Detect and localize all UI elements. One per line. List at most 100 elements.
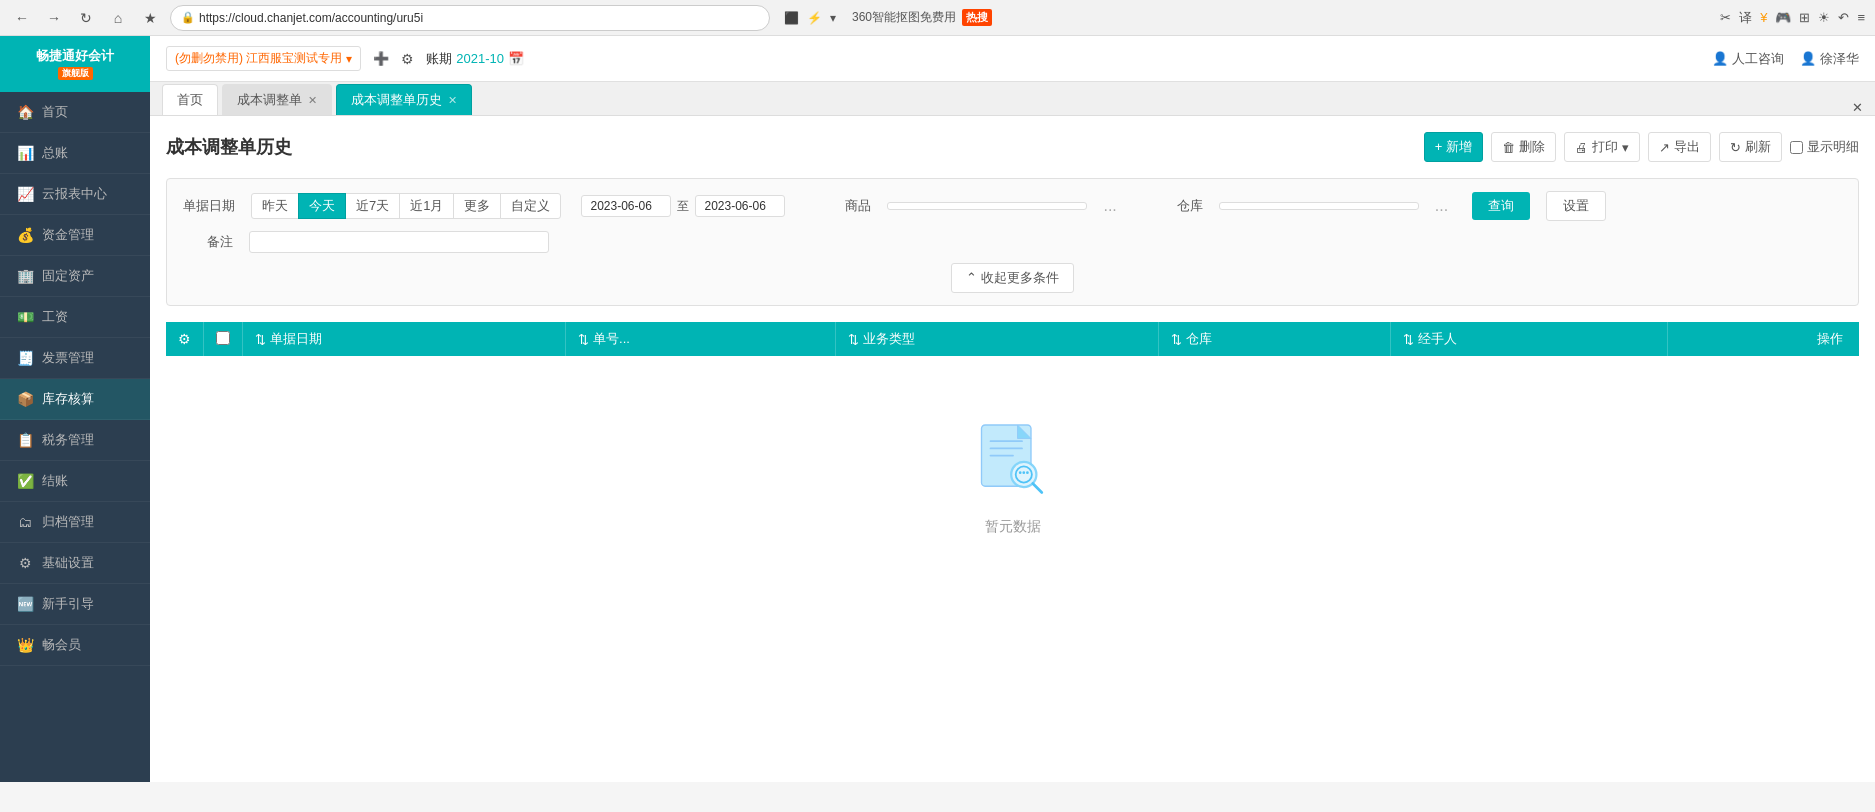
date-btn-1month[interactable]: 近1月 <box>399 193 454 219</box>
sidebar-label-payroll: 工资 <box>42 308 68 326</box>
company-dropdown-icon: ▾ <box>346 52 352 66</box>
date-filter-label: 单据日期 <box>183 197 235 215</box>
goods-select[interactable] <box>887 202 1087 210</box>
show-cols-checkbox[interactable] <box>1790 141 1803 154</box>
date-from-input[interactable] <box>581 195 671 217</box>
sidebar-icon-reports: 📈 <box>16 186 34 202</box>
tab-home[interactable]: 首页 <box>162 84 218 115</box>
period-label: 账期 <box>426 50 452 68</box>
consult-button[interactable]: 👤 人工咨询 <box>1712 50 1784 68</box>
sidebar-label-tax: 税务管理 <box>42 431 94 449</box>
sidebar-label-settings: 基础设置 <box>42 554 94 572</box>
header-actions: + 新增 🗑 删除 🖨 打印 ▾ ↗ 导出 ↻ <box>1424 132 1859 162</box>
close-all-icon[interactable]: ✕ <box>1852 100 1863 115</box>
date-btn-7days[interactable]: 近7天 <box>345 193 400 219</box>
warehouse-select[interactable] <box>1219 202 1419 210</box>
sidebar-item-member[interactable]: 👑 畅会员 <box>0 625 150 666</box>
sidebar-icon-member: 👑 <box>16 637 34 653</box>
menu-icon: ≡ <box>1857 10 1865 25</box>
sidebar-item-fixed-assets[interactable]: 🏢 固定资产 <box>0 256 150 297</box>
sidebar-item-tax[interactable]: 📋 税务管理 <box>0 420 150 461</box>
sidebar-item-guide[interactable]: 🆕 新手引导 <box>0 584 150 625</box>
table-settings-icon[interactable]: ⚙ <box>178 331 191 347</box>
sidebar-item-home[interactable]: 🏠 首页 <box>0 92 150 133</box>
export-icon: ↗ <box>1659 140 1670 155</box>
home-button[interactable]: ⌂ <box>106 6 130 30</box>
sidebar-label-funds: 资金管理 <box>42 226 94 244</box>
svg-point-11 <box>1022 471 1025 474</box>
logo-main-text: 畅捷通好会计 <box>36 48 114 65</box>
filter-row-note: 备注 <box>183 231 1842 253</box>
user-button[interactable]: 👤 徐泽华 <box>1800 50 1859 68</box>
sidebar-item-payroll[interactable]: 💵 工资 <box>0 297 150 338</box>
calendar-icon[interactable]: 📅 <box>508 51 524 66</box>
refresh-button[interactable]: ↻ 刷新 <box>1719 132 1782 162</box>
goods-dots[interactable]: ... <box>1103 197 1116 215</box>
print-dropdown[interactable]: 🖨 打印 ▾ <box>1564 132 1640 162</box>
address-bar[interactable]: 🔒 https://cloud.chanjet.com/accounting/u… <box>170 5 770 31</box>
col-action: 操作 <box>1668 322 1859 356</box>
warehouse-filter-label: 仓库 <box>1153 197 1203 215</box>
star-button[interactable]: ★ <box>138 6 162 30</box>
date-btn-more[interactable]: 更多 <box>453 193 501 219</box>
tab-cost-adjust-close[interactable]: ✕ <box>308 94 317 107</box>
sidebar-item-ledger[interactable]: 📊 总账 <box>0 133 150 174</box>
sidebar-item-archive[interactable]: 🗂 归档管理 <box>0 502 150 543</box>
print-icon: 🖨 <box>1575 140 1588 155</box>
date-to-input[interactable] <box>695 195 785 217</box>
top-toolbar: (勿删勿禁用) 江西服宝测试专用 ▾ ➕ ⚙ 账期 2021-10 📅 👤 人工… <box>150 36 1875 82</box>
add-button[interactable]: + 新增 <box>1424 132 1483 162</box>
date-btn-today[interactable]: 今天 <box>298 193 346 219</box>
sidebar-label-archive: 归档管理 <box>42 513 94 531</box>
ssl-icon: 🔒 <box>181 11 195 24</box>
forward-button[interactable]: → <box>42 6 66 30</box>
tab-cost-adjust[interactable]: 成本调整单 ✕ <box>222 84 332 115</box>
browser-ext-dropdown[interactable]: ▾ <box>830 11 836 25</box>
date-buttons: 昨天 今天 近7天 近1月 更多 自定义 <box>251 193 565 219</box>
content-area: 成本调整单历史 + 新增 🗑 删除 🖨 打印 ▾ ↗ 导出 <box>150 116 1875 782</box>
sidebar-item-reports[interactable]: 📈 云报表中心 <box>0 174 150 215</box>
back-button[interactable]: ← <box>10 6 34 30</box>
show-cols-toggle[interactable]: 显示明细 <box>1790 138 1859 156</box>
browser-chrome: ← → ↻ ⌂ ★ 🔒 https://cloud.chanjet.com/ac… <box>0 0 1875 36</box>
sidebar-item-inventory[interactable]: 📦 库存核算 <box>0 379 150 420</box>
empty-row: 暂元数据 <box>166 356 1859 596</box>
date-range: 至 <box>581 195 785 217</box>
sidebar-icon-invoices: 🧾 <box>16 350 34 366</box>
warehouse-dots[interactable]: ... <box>1435 197 1448 215</box>
company-selector[interactable]: (勿删勿禁用) 江西服宝测试专用 ▾ <box>166 46 361 71</box>
period-value: 2021-10 <box>456 51 504 66</box>
main-area: (勿删勿禁用) 江西服宝测试专用 ▾ ➕ ⚙ 账期 2021-10 📅 👤 人工… <box>150 36 1875 782</box>
company-name: (勿删勿禁用) 江西服宝测试专用 <box>175 50 342 67</box>
sidebar-item-funds[interactable]: 💰 资金管理 <box>0 215 150 256</box>
note-input[interactable] <box>249 231 549 253</box>
tab-cost-adjust-history[interactable]: 成本调整单历史 ✕ <box>336 84 472 115</box>
sidebar-icon-closing: ✅ <box>16 473 34 489</box>
select-all-checkbox[interactable] <box>216 331 230 345</box>
sidebar-item-closing[interactable]: ✅ 结账 <box>0 461 150 502</box>
set-button[interactable]: 设置 <box>1546 191 1606 221</box>
tab-cost-adjust-label: 成本调整单 <box>237 91 302 109</box>
sidebar-icon-funds: 💰 <box>16 227 34 243</box>
hot-label: 热搜 <box>962 9 992 26</box>
period-info: 账期 2021-10 📅 <box>426 50 524 68</box>
grid-icon: ⊞ <box>1799 10 1810 25</box>
sidebar-item-invoices[interactable]: 🧾 发票管理 <box>0 338 150 379</box>
query-button[interactable]: 查询 <box>1472 192 1530 220</box>
undo-icon: ↶ <box>1838 10 1849 25</box>
refresh-button[interactable]: ↻ <box>74 6 98 30</box>
date-btn-custom[interactable]: 自定义 <box>500 193 561 219</box>
date-btn-yesterday[interactable]: 昨天 <box>251 193 299 219</box>
collapse-button[interactable]: ⌃ 收起更多条件 <box>951 263 1074 293</box>
checkbox-col-header <box>204 322 243 356</box>
sidebar-icon-payroll: 💵 <box>16 309 34 325</box>
tab-home-label: 首页 <box>177 91 203 109</box>
tab-cost-adjust-history-close[interactable]: ✕ <box>448 94 457 107</box>
tab-close-all: ✕ <box>1852 100 1863 115</box>
delete-button[interactable]: 🗑 删除 <box>1491 132 1556 162</box>
sidebar-item-settings[interactable]: ⚙ 基础设置 <box>0 543 150 584</box>
settings-icon[interactable]: ⚙ <box>401 51 414 67</box>
export-button[interactable]: ↗ 导出 <box>1648 132 1711 162</box>
sidebar-label-ledger: 总账 <box>42 144 68 162</box>
add-tab-icon[interactable]: ➕ <box>373 51 389 66</box>
